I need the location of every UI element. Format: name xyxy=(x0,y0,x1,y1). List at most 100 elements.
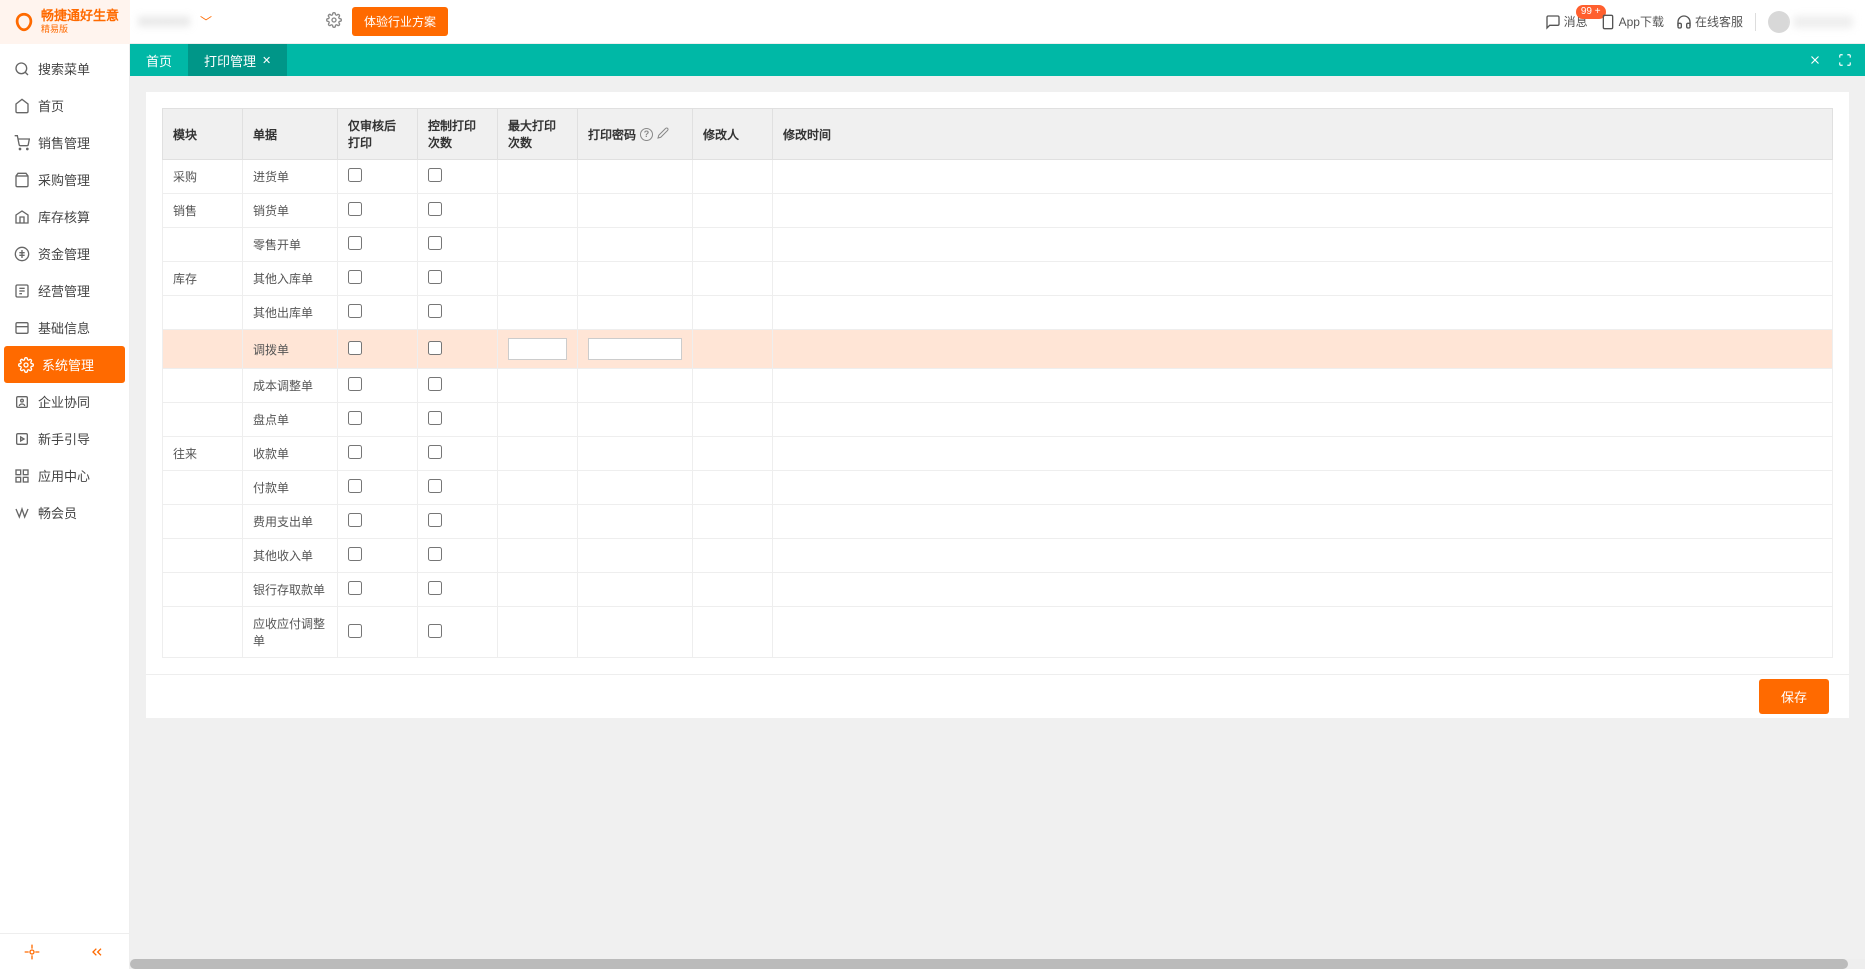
app-download[interactable]: App下载 xyxy=(1600,13,1664,30)
divider xyxy=(1755,13,1756,31)
limit-print-checkbox[interactable] xyxy=(428,377,442,391)
messages[interactable]: 消息 99 + xyxy=(1545,13,1588,30)
edit-icon[interactable] xyxy=(657,127,669,142)
chevron-down-icon: ﹀ xyxy=(200,13,212,30)
th-max: 最大打印次数 xyxy=(498,109,578,160)
print-settings-card: 模块 单据 仅审核后打印 控制打印次数 最大打印次数 打印密码 ? xyxy=(146,92,1849,718)
audit-only-checkbox[interactable] xyxy=(348,513,362,527)
audit-only-checkbox[interactable] xyxy=(348,581,362,595)
sidebar-item-gear[interactable]: 系统管理 xyxy=(4,346,125,383)
tabset: 首页打印管理 ✕ xyxy=(130,44,1865,76)
limit-print-checkbox[interactable] xyxy=(428,624,442,638)
org-selector[interactable]: XXXXXX ﹀ xyxy=(138,13,318,30)
tab-首页[interactable]: 首页 xyxy=(130,44,188,76)
save-button[interactable]: 保存 xyxy=(1759,679,1829,714)
sidebar-item-home[interactable]: 首页 xyxy=(0,87,129,124)
audit-only-checkbox[interactable] xyxy=(348,547,362,561)
limit-print-checkbox[interactable] xyxy=(428,304,442,318)
limit-print-checkbox[interactable] xyxy=(428,479,442,493)
limit-print-checkbox[interactable] xyxy=(428,547,442,561)
print-password-input[interactable] xyxy=(588,338,682,360)
table-row[interactable]: 销售销货单 xyxy=(163,194,1833,228)
tab-label: 打印管理 xyxy=(204,51,256,70)
sidebar-collapse-button[interactable] xyxy=(65,934,130,969)
sidebar-item-apps[interactable]: 应用中心 xyxy=(0,457,129,494)
audit-only-checkbox[interactable] xyxy=(348,202,362,216)
th-modifier: 修改人 xyxy=(693,109,773,160)
sidebar-item-bag[interactable]: 采购管理 xyxy=(0,161,129,198)
table-row[interactable]: 往来收款单 xyxy=(163,437,1833,471)
limit-print-checkbox[interactable] xyxy=(428,236,442,250)
app-download-label: App下载 xyxy=(1619,13,1664,30)
table-row[interactable]: 银行存取款单 xyxy=(163,573,1833,607)
table-row[interactable]: 应收应付调整单 xyxy=(163,607,1833,658)
limit-print-checkbox[interactable] xyxy=(428,513,442,527)
sidebar-item-money[interactable]: 资金管理 xyxy=(0,235,129,272)
table-row[interactable]: 零售开单 xyxy=(163,228,1833,262)
experience-button[interactable]: 体验行业方案 xyxy=(352,7,448,36)
th-doc: 单据 xyxy=(243,109,338,160)
sidebar-item-report[interactable]: 经营管理 xyxy=(0,272,129,309)
table-row[interactable]: 盘点单 xyxy=(163,403,1833,437)
sidebar-item-base[interactable]: 基础信息 xyxy=(0,309,129,346)
print-settings-table: 模块 单据 仅审核后打印 控制打印次数 最大打印次数 打印密码 ? xyxy=(162,108,1833,658)
table-row[interactable]: 库存其他入库单 xyxy=(163,262,1833,296)
table-row[interactable]: 费用支出单 xyxy=(163,505,1833,539)
audit-only-checkbox[interactable] xyxy=(348,445,362,459)
limit-print-checkbox[interactable] xyxy=(428,168,442,182)
vip-icon xyxy=(14,505,30,521)
topbar: 畅捷通好生意 精易版 XXXXXX ﹀ 体验行业方案 消息 99 + App下载… xyxy=(0,0,1865,44)
user-menu[interactable] xyxy=(1768,11,1853,33)
tab-打印管理[interactable]: 打印管理 ✕ xyxy=(188,44,287,76)
limit-print-checkbox[interactable] xyxy=(428,411,442,425)
table-row[interactable]: 成本调整单 xyxy=(163,369,1833,403)
table-row[interactable]: 调拨单 xyxy=(163,330,1833,369)
help-icon[interactable]: ? xyxy=(640,128,653,141)
table-row[interactable]: 其他收入单 xyxy=(163,539,1833,573)
audit-only-checkbox[interactable] xyxy=(348,411,362,425)
sidebar-item-guide[interactable]: 新手引导 xyxy=(0,420,129,457)
cell-time xyxy=(773,573,1833,607)
close-tab-icon[interactable] xyxy=(1805,50,1825,70)
cell-module xyxy=(163,228,243,262)
limit-print-checkbox[interactable] xyxy=(428,581,442,595)
table-row[interactable]: 付款单 xyxy=(163,471,1833,505)
cell-max xyxy=(498,296,578,330)
limit-print-checkbox[interactable] xyxy=(428,445,442,459)
audit-only-checkbox[interactable] xyxy=(348,479,362,493)
footer-bar: 保存 xyxy=(146,674,1849,718)
audit-only-checkbox[interactable] xyxy=(348,270,362,284)
audit-only-checkbox[interactable] xyxy=(348,168,362,182)
sidebar-item-cart[interactable]: 销售管理 xyxy=(0,124,129,161)
max-print-input[interactable] xyxy=(508,338,567,360)
sidebar-item-search[interactable]: 搜索菜单 xyxy=(0,50,129,87)
cell-max xyxy=(498,160,578,194)
limit-print-checkbox[interactable] xyxy=(428,341,442,355)
limit-print-checkbox[interactable] xyxy=(428,270,442,284)
cell-pwd xyxy=(578,194,693,228)
table-row[interactable]: 其他出库单 xyxy=(163,296,1833,330)
fullscreen-icon[interactable] xyxy=(1835,50,1855,70)
settings-icon[interactable] xyxy=(326,12,342,31)
limit-print-checkbox[interactable] xyxy=(428,202,442,216)
sidebar-item-vip[interactable]: 畅会员 xyxy=(0,494,129,531)
close-icon[interactable]: ✕ xyxy=(262,54,271,67)
cell-modifier xyxy=(693,194,773,228)
cell-pwd xyxy=(578,262,693,296)
audit-only-checkbox[interactable] xyxy=(348,304,362,318)
audit-only-checkbox[interactable] xyxy=(348,236,362,250)
sidebar-item-team[interactable]: 企业协同 xyxy=(0,383,129,420)
cell-time xyxy=(773,471,1833,505)
online-service[interactable]: 在线客服 xyxy=(1676,13,1743,30)
audit-only-checkbox[interactable] xyxy=(348,377,362,391)
sidebar-settings-button[interactable] xyxy=(0,934,65,969)
cell-module: 采购 xyxy=(163,160,243,194)
audit-only-checkbox[interactable] xyxy=(348,624,362,638)
cell-time xyxy=(773,160,1833,194)
cell-max xyxy=(498,437,578,471)
sidebar-item-stock[interactable]: 库存核算 xyxy=(0,198,129,235)
audit-only-checkbox[interactable] xyxy=(348,341,362,355)
table-row[interactable]: 采购进货单 xyxy=(163,160,1833,194)
base-icon xyxy=(14,320,30,336)
horizontal-scrollbar[interactable] xyxy=(130,959,1865,969)
